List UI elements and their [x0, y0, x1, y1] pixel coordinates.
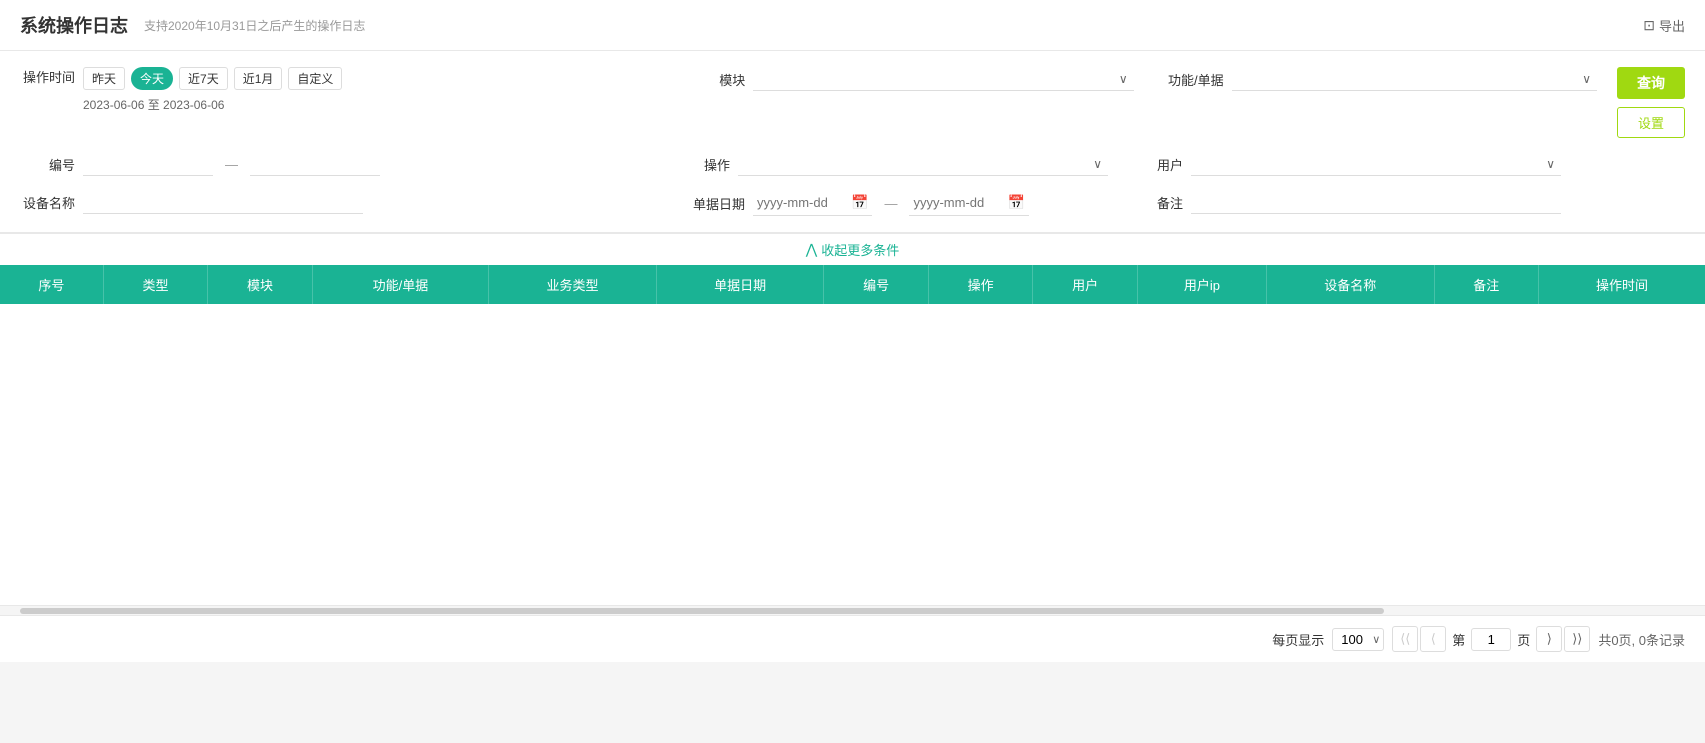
date-to-input[interactable] — [913, 195, 1003, 210]
device-input[interactable] — [83, 190, 363, 214]
operation-filter-group: 操作 ∨ — [675, 152, 1108, 176]
scrollbar-track — [20, 608, 1384, 614]
export-icon: ⊡ — [1643, 17, 1655, 34]
user-select[interactable] — [1191, 152, 1561, 176]
col-voucher-date: 单据日期 — [656, 265, 824, 304]
filter-row-1: 操作时间 昨天 今天 近7天 近1月 自定义 2023-06-06 至 2023… — [20, 67, 1685, 138]
filter-panel: 操作时间 昨天 今天 近7天 近1月 自定义 2023-06-06 至 2023… — [0, 51, 1705, 233]
time-btn-yesterday[interactable]: 昨天 — [83, 67, 125, 90]
col-remark: 备注 — [1434, 265, 1538, 304]
per-page-select[interactable]: 100 50 200 500 — [1332, 628, 1384, 651]
number-input-to[interactable] — [250, 152, 380, 176]
function-select[interactable] — [1232, 67, 1597, 91]
voucher-date-label: 单据日期 — [675, 194, 745, 213]
collapse-icon: ⋀ — [806, 241, 817, 258]
page-label: 第 — [1452, 630, 1465, 649]
col-user-ip: 用户ip — [1137, 265, 1266, 304]
page-suffix: 页 — [1517, 630, 1530, 649]
page-title: 系统操作日志 — [20, 12, 128, 38]
calendar-from-icon[interactable]: 📅 — [851, 194, 868, 211]
date-from-wrapper: 📅 — [753, 190, 872, 216]
date-from-input[interactable] — [757, 195, 847, 210]
module-select[interactable] — [753, 67, 1133, 91]
device-label: 设备名称 — [20, 193, 75, 212]
module-filter-group: 模块 ∨ — [690, 67, 1133, 91]
col-biz-type: 业务类型 — [489, 265, 657, 304]
number-label: 编号 — [20, 155, 75, 174]
voucher-dash: — — [880, 196, 901, 211]
col-device: 设备名称 — [1266, 265, 1434, 304]
col-function: 功能/单据 — [312, 265, 488, 304]
collapse-label: 收起更多条件 — [821, 240, 899, 259]
page-last-button[interactable]: ⟩⟩ — [1564, 626, 1590, 652]
time-btn-7days[interactable]: 近7天 — [179, 67, 228, 90]
col-user: 用户 — [1033, 265, 1137, 304]
page-next-button[interactable]: ⟩ — [1536, 626, 1562, 652]
operation-select[interactable] — [738, 152, 1108, 176]
remark-label: 备注 — [1128, 193, 1183, 212]
action-buttons: 查询 设置 — [1617, 67, 1685, 138]
per-page-wrapper: 100 50 200 500 ∨ — [1332, 628, 1384, 651]
page-subtitle: 支持2020年10月31日之后产生的操作日志 — [144, 17, 365, 34]
number-filter-group: 编号 — — [20, 152, 655, 176]
date-to-wrapper: 📅 — [909, 190, 1028, 216]
table-header-row: 序号 类型 模块 功能/单据 业务类型 单据日期 编号 操作 用户 用户ip 设… — [0, 265, 1705, 304]
col-number: 编号 — [824, 265, 928, 304]
page-first-button[interactable]: ⟨⟨ — [1392, 626, 1418, 652]
number-dash: — — [221, 157, 242, 172]
per-page-label: 每页显示 — [1272, 630, 1324, 649]
page-total: 共0页, 0条记录 — [1598, 630, 1685, 649]
settings-button[interactable]: 设置 — [1617, 107, 1685, 138]
user-label: 用户 — [1128, 155, 1183, 174]
col-seq: 序号 — [0, 265, 103, 304]
page-header: 系统操作日志 支持2020年10月31日之后产生的操作日志 ⊡ 导出 — [0, 0, 1705, 51]
footer-pagination: 每页显示 100 50 200 500 ∨ ⟨⟨ ⟨ 第 页 ⟩ ⟩⟩ 共0页,… — [0, 615, 1705, 662]
table-header: 序号 类型 模块 功能/单据 业务类型 单据日期 编号 操作 用户 用户ip 设… — [0, 265, 1705, 304]
user-filter-group: 用户 ∨ — [1128, 152, 1561, 176]
collapse-bar[interactable]: ⋀ 收起更多条件 — [0, 233, 1705, 265]
time-label: 操作时间 — [20, 67, 75, 86]
remark-filter-group: 备注 — [1128, 190, 1561, 214]
user-select-wrapper: ∨ — [1191, 152, 1561, 176]
table-container: 序号 类型 模块 功能/单据 业务类型 单据日期 编号 操作 用户 用户ip 设… — [0, 265, 1705, 605]
data-table: 序号 类型 模块 功能/单据 业务类型 单据日期 编号 操作 用户 用户ip 设… — [0, 265, 1705, 304]
time-filter-group: 操作时间 昨天 今天 近7天 近1月 自定义 2023-06-06 至 2023… — [20, 67, 670, 113]
module-label: 模块 — [690, 70, 745, 89]
export-button[interactable]: ⊡ 导出 — [1643, 16, 1685, 35]
time-range-text: 2023-06-06 至 2023-06-06 — [83, 96, 342, 113]
filter-row-3: 设备名称 单据日期 📅 — 📅 备注 — [20, 190, 1685, 216]
operation-select-wrapper: ∨ — [738, 152, 1108, 176]
col-op-time: 操作时间 — [1539, 265, 1705, 304]
scrollbar-area[interactable] — [0, 605, 1705, 615]
col-operation: 操作 — [928, 265, 1032, 304]
page-prev-button[interactable]: ⟨ — [1420, 626, 1446, 652]
col-type: 类型 — [103, 265, 207, 304]
number-input-from[interactable] — [83, 152, 213, 176]
function-filter-group: 功能/单据 ∨ — [1154, 67, 1597, 91]
pagination-buttons: ⟨⟨ ⟨ 第 页 ⟩ ⟩⟩ — [1392, 626, 1590, 652]
col-module: 模块 — [208, 265, 312, 304]
time-buttons: 昨天 今天 近7天 近1月 自定义 — [83, 67, 342, 90]
remark-input[interactable] — [1191, 190, 1561, 214]
query-button[interactable]: 查询 — [1617, 67, 1685, 99]
voucher-date-filter-group: 单据日期 📅 — 📅 — [675, 190, 1108, 216]
function-label: 功能/单据 — [1154, 70, 1224, 89]
device-filter-group: 设备名称 — [20, 190, 655, 214]
time-group: 昨天 今天 近7天 近1月 自定义 2023-06-06 至 2023-06-0… — [83, 67, 342, 113]
filter-row-2: 编号 — 操作 ∨ 用户 ∨ — [20, 152, 1685, 176]
time-btn-custom[interactable]: 自定义 — [288, 67, 342, 90]
calendar-to-icon[interactable]: 📅 — [1007, 194, 1024, 211]
operation-label: 操作 — [675, 155, 730, 174]
time-btn-1month[interactable]: 近1月 — [234, 67, 283, 90]
time-btn-today[interactable]: 今天 — [131, 67, 173, 90]
function-select-wrapper: ∨ — [1232, 67, 1597, 91]
module-select-wrapper: ∨ — [753, 67, 1133, 91]
page-number-input[interactable] — [1471, 628, 1511, 651]
